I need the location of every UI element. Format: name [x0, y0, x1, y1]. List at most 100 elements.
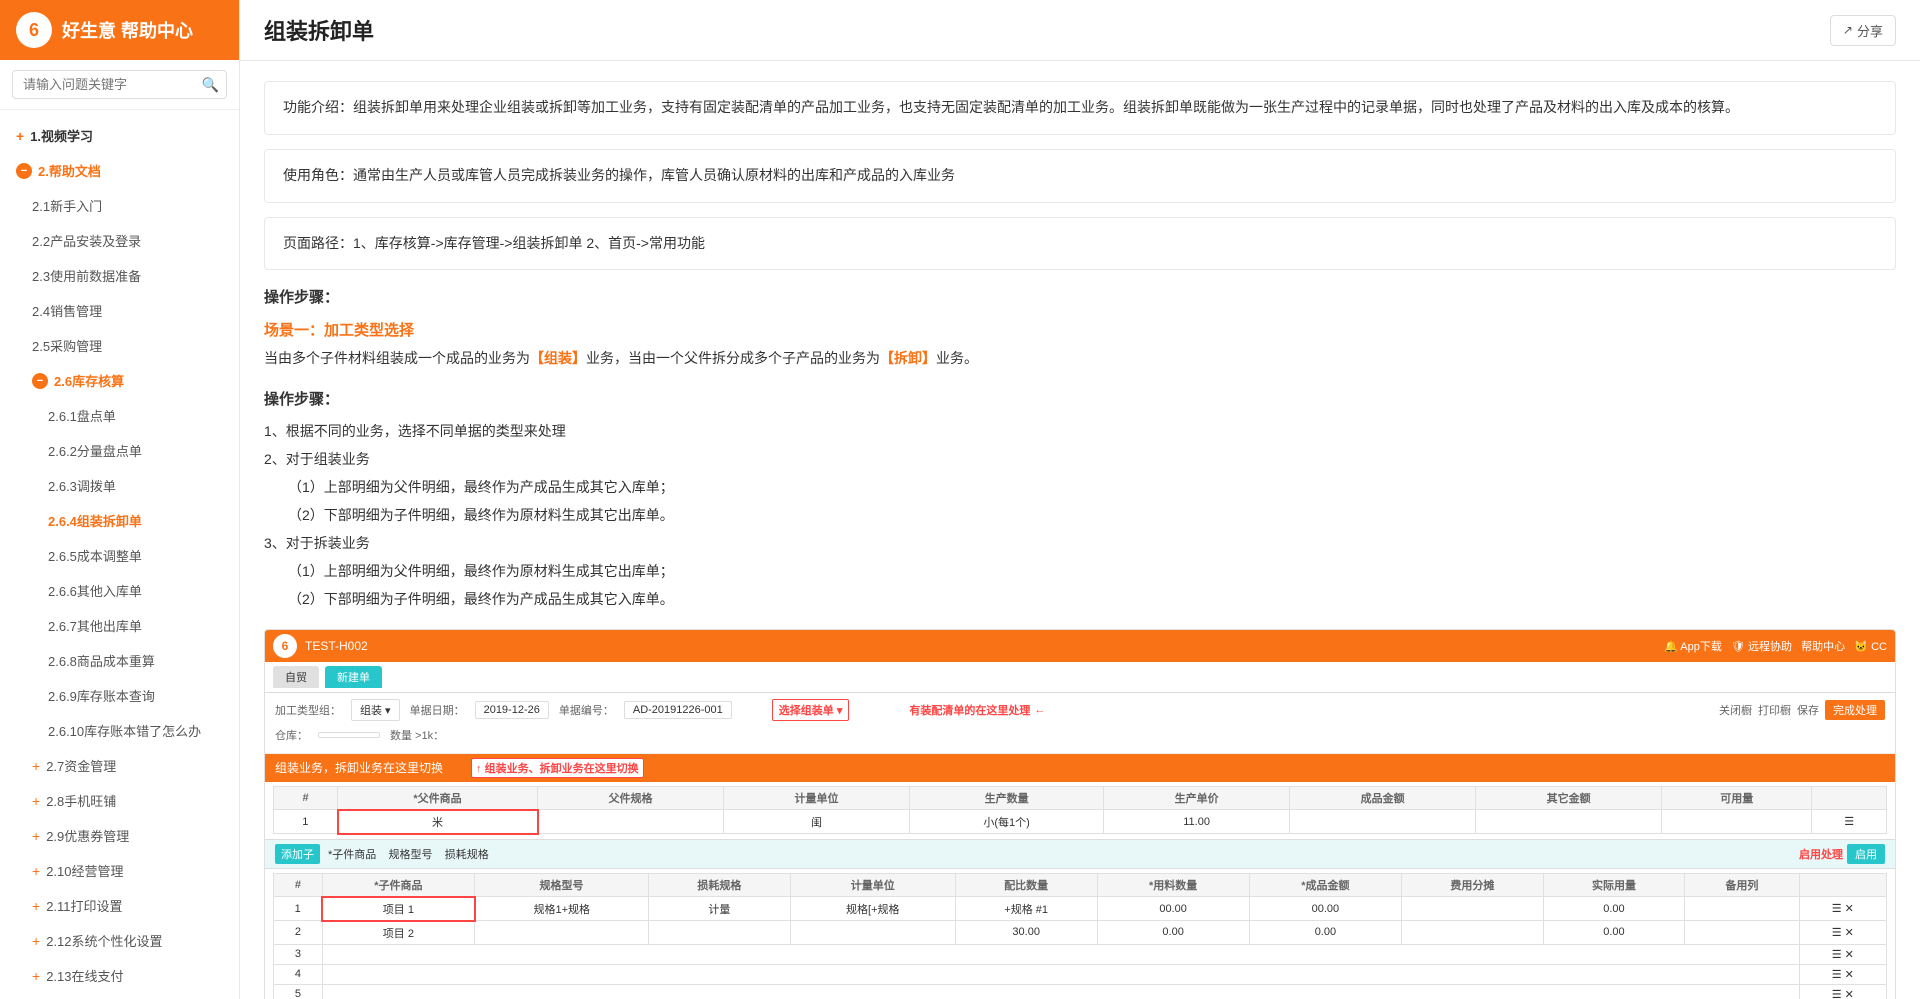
main-header: 组装拆卸单 ↗ 分享: [240, 0, 1920, 61]
mock-type-label: 加工类型组：: [275, 702, 341, 718]
mock-sub-r2-unit: [790, 921, 955, 945]
sidebar-item-2-6-6[interactable]: 2.6.6其他入库单: [0, 573, 239, 608]
sidebar-item-2-14[interactable]: + 2.14常见问题: [0, 993, 239, 999]
share-label: 分享: [1857, 21, 1883, 40]
mock-parent-label: 组装业务，拆卸业务在这里切换: [275, 759, 443, 776]
mock-enable-btn: 启用: [1847, 844, 1885, 864]
step3-1: （1）上部明细为父件明细，最终作为原材料生成其它出库单；: [264, 557, 1896, 585]
mock-sub-row3: 3 ☰ ✕: [274, 944, 1887, 964]
mock-add-sub-btn: 添加子: [275, 844, 320, 864]
mock-wh-label: 仓库：: [275, 727, 308, 743]
main-content: 组装拆卸单 ↗ 分享 功能介绍：组装拆卸单用来处理企业组装或拆卸等加工业务，支持…: [240, 0, 1920, 999]
sidebar-item-2-8[interactable]: + 2.8手机旺铺: [0, 783, 239, 818]
minus-icon: −: [16, 163, 32, 179]
mock-th-unit: 计量单位: [724, 786, 910, 810]
sidebar-item-label: 2.6.3调拨单: [48, 476, 116, 495]
sidebar-item-label: 2.帮助文档: [38, 161, 101, 180]
share-button[interactable]: ↗ 分享: [1830, 15, 1896, 46]
mock-parent-header: 组装业务，拆卸业务在这里切换 ↑ 组装业务、拆卸业务在这里切换: [265, 754, 1895, 782]
mock-sub-r2-ratio: 30.00: [955, 921, 1097, 945]
sidebar-item-video[interactable]: + 1.视频学习: [0, 118, 239, 153]
annotation3-text: 启用处理: [1799, 846, 1843, 862]
mock-sub-th-alloc: 费用分摊: [1402, 873, 1544, 897]
logo-icon: 6: [16, 12, 52, 48]
path-block: 页面路径：1、库存核算->库存管理->组装拆卸单 2、首页->常用功能: [264, 217, 1896, 271]
sidebar-item-help-docs[interactable]: − 2.帮助文档: [0, 153, 239, 188]
mock-parent-row1: 1 米 闺 小(每1个) 11.00 ☰: [274, 810, 1887, 834]
sidebar-item-purchase[interactable]: 2.5采购管理: [0, 328, 239, 363]
plus-icon: +: [32, 898, 40, 914]
mock-sub-cell-alloc: [1402, 897, 1544, 921]
sidebar-item-2-12[interactable]: + 2.12系统个性化设置: [0, 923, 239, 958]
step2-1: （1）上部明细为父件明细，最终作为产成品生成其它入库单；: [264, 473, 1896, 501]
plus-icon: +: [32, 828, 40, 844]
mock-row-prod-qty: 小(每1个): [910, 810, 1104, 834]
sidebar-item-label: 2.3使用前数据准备: [32, 266, 141, 285]
path-text: 页面路径：1、库存核算->库存管理->组装拆卸单 2、首页->常用功能: [283, 235, 705, 251]
sidebar-item-2-7[interactable]: + 2.7资金管理: [0, 748, 239, 783]
sidebar-nav: + 1.视频学习 − 2.帮助文档 2.1新手入门 2.2产品安装及登录 2.3…: [0, 110, 239, 999]
sidebar-item-2-6-7[interactable]: 2.6.7其他出库单: [0, 608, 239, 643]
mock-sub-r3-seq: 3: [274, 944, 323, 964]
sidebar-item-2-13[interactable]: + 2.13在线支付: [0, 958, 239, 993]
step2: 2、对于组装业务: [264, 445, 1896, 473]
mock-sub-r4-ops: ☰ ✕: [1799, 964, 1886, 984]
mock-row-parent-spec: [538, 810, 724, 834]
sidebar-item-sales[interactable]: 2.4销售管理: [0, 293, 239, 328]
sidebar-item-prepare[interactable]: 2.3使用前数据准备: [0, 258, 239, 293]
role-text: 使用角色：通常由生产人员或库管人员完成拆装业务的操作，库管人员确认原材料的出库和…: [283, 167, 955, 183]
intro-text: 功能介绍：组装拆卸单用来处理企业组装或拆卸等加工业务，支持有固定装配清单的产品加…: [283, 99, 1739, 115]
mock-sub-cell-unit: 规格[+规格: [790, 897, 955, 921]
sidebar-item-label: 2.6.6其他入库单: [48, 581, 142, 600]
sidebar-item-2-6-1[interactable]: 2.6.1盘点单: [0, 398, 239, 433]
highlight-disassembly: 【拆卸】: [880, 350, 936, 366]
annotation1-arrow: ←: [1034, 704, 1045, 716]
sidebar-item-2-6-3[interactable]: 2.6.3调拨单: [0, 468, 239, 503]
sidebar-item-2-6-10[interactable]: 2.6.10库存账本错了怎么办: [0, 713, 239, 748]
screenshot-container: 6 TEST-H002 🔔 App下载 🛡 远程协助 帮助中心 🐱 CC 自贸 …: [264, 629, 1896, 999]
search-input[interactable]: [12, 70, 227, 99]
plus-icon: +: [32, 758, 40, 774]
sidebar-item-2-11[interactable]: + 2.11打印设置: [0, 888, 239, 923]
sidebar-item-inventory[interactable]: − 2.6库存核算: [0, 363, 239, 398]
mock-tab-new: 新建单: [325, 666, 382, 688]
sidebar-item-2-6-8[interactable]: 2.6.8商品成本重算: [0, 643, 239, 678]
sidebar-item-2-9[interactable]: + 2.9优惠券管理: [0, 818, 239, 853]
mock-sub-r2-col: [1685, 921, 1799, 945]
sidebar-item-label: 2.6.9库存账本查询: [48, 686, 155, 705]
mock-sub-cell-ratio: +规格 #1: [955, 897, 1097, 921]
steps-section-title: 操作步骤：: [264, 286, 1896, 307]
sidebar-item-2-6-4[interactable]: 2.6.4组装拆卸单: [0, 503, 239, 538]
mock-row-seq: 1: [274, 810, 338, 834]
mock-sub-th-unit: 计量单位: [790, 873, 955, 897]
mock-sub-r4-seq: 4: [274, 964, 323, 984]
mock-no-value: AD-20191226-001: [624, 701, 732, 719]
sidebar-item-label: 2.8手机旺铺: [46, 791, 116, 810]
mock-type-dropdown: 组装 ▾: [351, 699, 400, 721]
sidebar-item-2-10[interactable]: + 2.10经营管理: [0, 853, 239, 888]
mock-sub-th-seq: #: [274, 873, 323, 897]
sidebar-search-area: 🔍: [0, 60, 239, 110]
mock-btn-complete: 完成处理: [1825, 700, 1885, 720]
mock-row-ops: ☰: [1812, 810, 1887, 834]
mock-date-value: 2019-12-26: [475, 701, 549, 719]
sidebar-item-label: 2.6.2分量盘点单: [48, 441, 142, 460]
mock-sub-cell-col: [1685, 897, 1799, 921]
mock-select-btn: 选择组装单 ▾: [772, 699, 850, 721]
sidebar-item-label: 2.2产品安装及登录: [32, 231, 141, 250]
page-title: 组装拆卸单: [264, 14, 374, 46]
mock-row-prod-price: 11.00: [1104, 810, 1290, 834]
mock-btn-close: 关闭橱: [1719, 702, 1752, 718]
sidebar-item-newbie[interactable]: 2.1新手入门: [0, 188, 239, 223]
sidebar-item-2-6-9[interactable]: 2.6.9库存账本查询: [0, 678, 239, 713]
mock-row-other-amount: [1476, 810, 1662, 834]
share-icon: ↗: [1843, 23, 1853, 37]
mock-sub-cell-usage: 00.00: [1097, 897, 1249, 921]
mock-sub-r4-empty: [322, 964, 1799, 984]
sidebar-item-install[interactable]: 2.2产品安装及登录: [0, 223, 239, 258]
search-icon: 🔍: [202, 76, 219, 93]
sidebar-item-2-6-2[interactable]: 2.6.2分量盘点单: [0, 433, 239, 468]
sidebar-item-2-6-5[interactable]: 2.6.5成本调整单: [0, 538, 239, 573]
mock-system-name: TEST-H002: [305, 639, 368, 653]
mock-sub-th-goods: *子件商品: [322, 873, 474, 897]
